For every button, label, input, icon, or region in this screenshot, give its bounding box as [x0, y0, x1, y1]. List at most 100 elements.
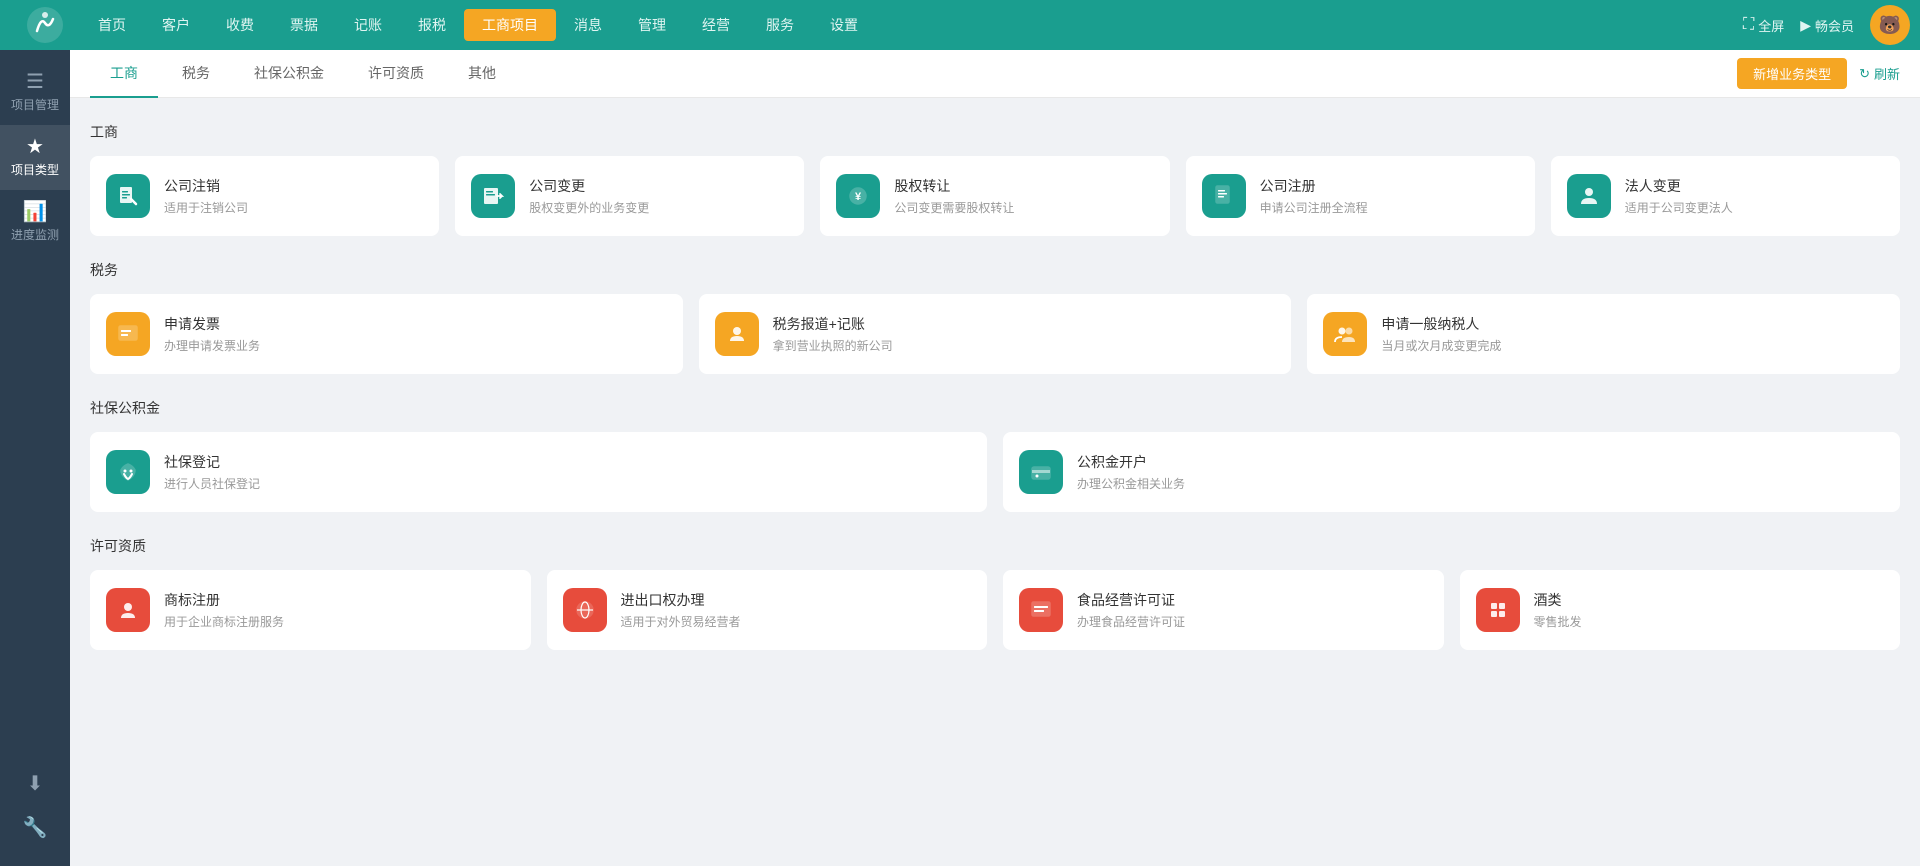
company-register-desc: 申请公司注册全流程	[1260, 200, 1368, 217]
sidebar-item-download[interactable]: ⬇	[0, 762, 70, 806]
equity-transfer-icon: ¥	[836, 174, 880, 218]
tab-bar: 工商 税务 社保公积金 许可资质 其他 新增业务类型 ↻ 刷新	[70, 50, 1920, 98]
nav-item-manage[interactable]: 管理	[620, 0, 684, 50]
logo-area	[10, 7, 80, 43]
general-taxpayer-desc: 当月或次月成变更完成	[1381, 338, 1501, 355]
housing-fund-title: 公积金开户	[1077, 452, 1185, 472]
tab-shebao[interactable]: 社保公积金	[234, 50, 344, 98]
mascot-avatar[interactable]: 🐻	[1870, 5, 1910, 45]
nav-item-fee[interactable]: 收费	[208, 0, 272, 50]
nav-item-service[interactable]: 服务	[748, 0, 812, 50]
social-insurance-icon	[106, 450, 150, 494]
food-license-title: 食品经营许可证	[1077, 590, 1185, 610]
card-company-register[interactable]: 公司注册 申请公司注册全流程	[1186, 156, 1535, 236]
tab-xuke[interactable]: 许可资质	[348, 50, 444, 98]
legal-person-change-icon	[1567, 174, 1611, 218]
card-food-license[interactable]: 食品经营许可证 办理食品经营许可证	[1003, 570, 1444, 650]
refresh-button[interactable]: ↻ 刷新	[1859, 64, 1900, 83]
company-cancel-title: 公司注销	[164, 176, 248, 196]
scroll-content: 工商 公司注销 适用于注销公司	[70, 98, 1920, 866]
import-export-title: 进出口权办理	[621, 590, 741, 610]
xuke-cards-grid: 商标注册 用于企业商标注册服务 进出口权办理 适用于对外贸易经营者	[90, 570, 1900, 650]
legal-person-change-text: 法人变更 适用于公司变更法人	[1625, 176, 1733, 217]
section-title-shebao: 社保公积金	[90, 398, 1900, 418]
nav-item-tax[interactable]: 报税	[400, 0, 464, 50]
company-change-desc: 股权变更外的业务变更	[529, 200, 649, 217]
refresh-label: 刷新	[1874, 64, 1900, 83]
legal-person-change-desc: 适用于公司变更法人	[1625, 200, 1733, 217]
company-register-title: 公司注册	[1260, 176, 1368, 196]
card-legal-person-change[interactable]: 法人变更 适用于公司变更法人	[1551, 156, 1900, 236]
tab-shuiwu[interactable]: 税务	[162, 50, 230, 98]
tab-gongshang[interactable]: 工商	[90, 50, 158, 98]
tax-report-title: 税务报道+记账	[773, 314, 893, 334]
import-export-desc: 适用于对外贸易经营者	[621, 614, 741, 631]
section-title-xuke: 许可资质	[90, 536, 1900, 556]
project-type-icon: ★	[26, 137, 44, 157]
food-license-icon	[1019, 588, 1063, 632]
liquor-desc: 零售批发	[1534, 614, 1582, 631]
card-trademark[interactable]: 商标注册 用于企业商标注册服务	[90, 570, 531, 650]
mascot-icon: 🐻	[1879, 15, 1901, 36]
sidebar-item-progress-monitor[interactable]: 📊 进度监测	[0, 190, 70, 255]
fullscreen-label: 全屏	[1758, 16, 1784, 35]
nav-item-settings[interactable]: 设置	[812, 0, 876, 50]
top-navigation: 首页 客户 收费 票据 记账 报税 工商项目 消息 管理 经营 服务 设置 ⛶ …	[0, 0, 1920, 50]
sidebar-item-wrench[interactable]: 🔧	[0, 806, 70, 850]
nav-item-operation[interactable]: 经营	[684, 0, 748, 50]
card-liquor[interactable]: 酒类 零售批发	[1460, 570, 1901, 650]
section-title-shuiwu: 税务	[90, 260, 1900, 280]
nav-item-message[interactable]: 消息	[556, 0, 620, 50]
membership-button[interactable]: ▶ 畅会员	[1800, 16, 1854, 35]
refresh-icon: ↻	[1859, 66, 1870, 82]
logo-icon	[27, 7, 63, 43]
housing-fund-text: 公积金开户 办理公积金相关业务	[1077, 452, 1185, 493]
nav-item-invoice[interactable]: 票据	[272, 0, 336, 50]
card-social-insurance[interactable]: 社保登记 进行人员社保登记	[90, 432, 987, 512]
section-title-gongshang: 工商	[90, 122, 1900, 142]
card-general-taxpayer[interactable]: 申请一般纳税人 当月或次月成变更完成	[1307, 294, 1900, 374]
import-export-text: 进出口权办理 适用于对外贸易经营者	[621, 590, 741, 631]
tax-report-icon	[715, 312, 759, 356]
general-taxpayer-text: 申请一般纳税人 当月或次月成变更完成	[1381, 314, 1501, 355]
sidebar-item-project-type[interactable]: ★ 项目类型	[0, 125, 70, 190]
nav-item-customer[interactable]: 客户	[144, 0, 208, 50]
trademark-text: 商标注册 用于企业商标注册服务	[164, 590, 284, 631]
apply-invoice-title: 申请发票	[164, 314, 260, 334]
wrench-icon: 🔧	[23, 818, 48, 838]
company-register-icon	[1202, 174, 1246, 218]
fullscreen-icon: ⛶	[1743, 16, 1754, 34]
liquor-text: 酒类 零售批发	[1534, 590, 1582, 631]
sidebar-item-project-management[interactable]: ☰ 项目管理	[0, 60, 70, 125]
apply-invoice-icon	[106, 312, 150, 356]
company-register-text: 公司注册 申请公司注册全流程	[1260, 176, 1368, 217]
trademark-title: 商标注册	[164, 590, 284, 610]
nav-item-home[interactable]: 首页	[80, 0, 144, 50]
nav-right: ⛶ 全屏 ▶ 畅会员 🐻	[1743, 5, 1910, 45]
card-company-cancel[interactable]: 公司注销 适用于注销公司	[90, 156, 439, 236]
housing-fund-icon	[1019, 450, 1063, 494]
card-equity-transfer[interactable]: ¥ 股权转让 公司变更需要股权转让	[820, 156, 1169, 236]
card-apply-invoice[interactable]: 申请发票 办理申请发票业务	[90, 294, 683, 374]
trademark-icon	[106, 588, 150, 632]
equity-transfer-title: 股权转让	[894, 176, 1014, 196]
card-import-export[interactable]: 进出口权办理 适用于对外贸易经营者	[547, 570, 988, 650]
sidebar: ☰ 项目管理 ★ 项目类型 📊 进度监测 ⬇ 🔧	[0, 50, 70, 866]
equity-transfer-desc: 公司变更需要股权转让	[894, 200, 1014, 217]
new-type-button[interactable]: 新增业务类型	[1737, 58, 1847, 89]
tab-other[interactable]: 其他	[448, 50, 516, 98]
nav-item-bizproject[interactable]: 工商项目	[464, 9, 556, 41]
sidebar-label-project-management: 项目管理	[11, 96, 59, 113]
shuiwu-cards-grid: 申请发票 办理申请发票业务 税务报道+记账 拿到营业执照的新公司	[90, 294, 1900, 374]
card-housing-fund[interactable]: 公积金开户 办理公积金相关业务	[1003, 432, 1900, 512]
fullscreen-button[interactable]: ⛶ 全屏	[1743, 16, 1784, 35]
tax-report-desc: 拿到营业执照的新公司	[773, 338, 893, 355]
membership-label: 畅会员	[1815, 16, 1854, 35]
general-taxpayer-title: 申请一般纳税人	[1381, 314, 1501, 334]
nav-item-accounting[interactable]: 记账	[336, 0, 400, 50]
sidebar-label-progress-monitor: 进度监测	[11, 226, 59, 243]
card-company-change[interactable]: 公司变更 股权变更外的业务变更	[455, 156, 804, 236]
liquor-title: 酒类	[1534, 590, 1582, 610]
card-tax-report[interactable]: 税务报道+记账 拿到营业执照的新公司	[699, 294, 1292, 374]
nav-links: 首页 客户 收费 票据 记账 报税 工商项目 消息 管理 经营 服务 设置	[80, 0, 1743, 50]
